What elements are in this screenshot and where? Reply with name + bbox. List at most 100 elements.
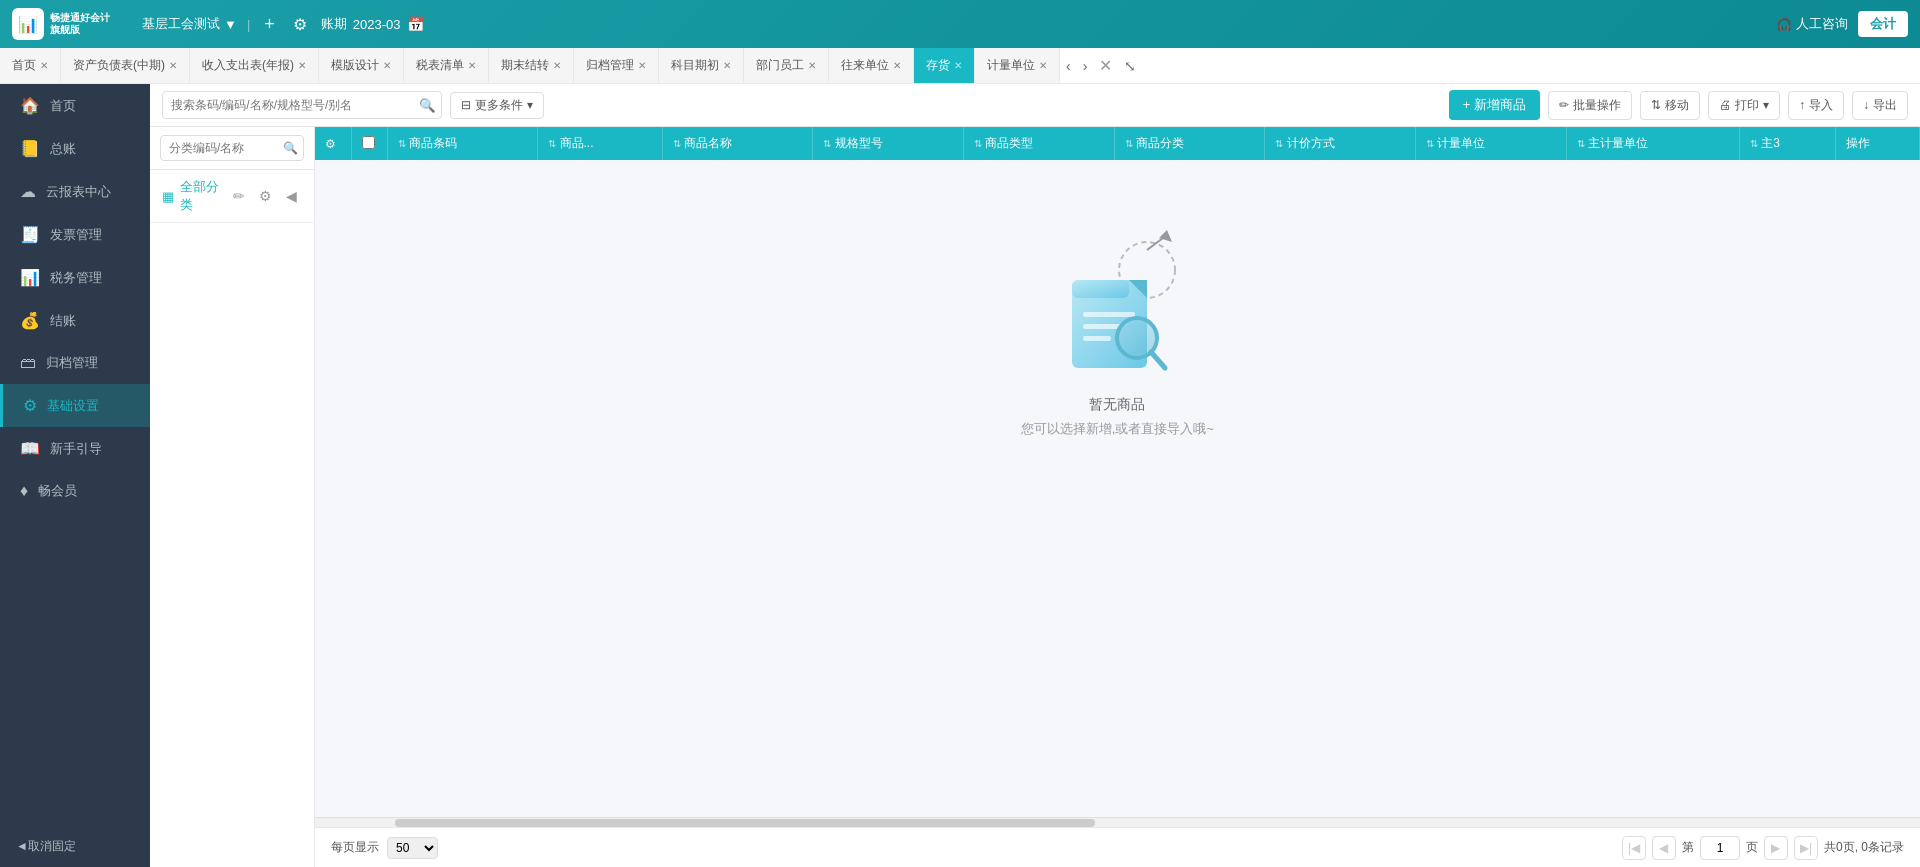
export-button[interactable]: ↓ 导出 bbox=[1852, 91, 1908, 120]
svg-line-10 bbox=[1151, 352, 1165, 368]
col-code-header[interactable]: ⇅ 商品... bbox=[538, 127, 662, 160]
filter-icon: ⊟ bbox=[461, 98, 471, 112]
tab-period-close[interactable]: 期末结转 ✕ bbox=[489, 48, 574, 83]
col-extra-header[interactable]: ⇅ 主3 bbox=[1739, 127, 1835, 160]
prev-page-button[interactable]: ◀ bbox=[1652, 836, 1676, 860]
tab-inventory[interactable]: 存货 ✕ bbox=[914, 48, 975, 83]
sidebar-item-report[interactable]: ☁ 云报表中心 bbox=[0, 170, 150, 213]
add-product-button[interactable]: + 新增商品 bbox=[1449, 90, 1540, 120]
filter-search-input[interactable] bbox=[162, 91, 442, 119]
period-value: 2023-03 bbox=[353, 17, 401, 32]
tab-balance-sheet[interactable]: 资产负债表(中期) ✕ bbox=[61, 48, 190, 83]
sort-arrows: ⇅ bbox=[1577, 138, 1585, 149]
settings-gear-button[interactable]: ⚙ bbox=[289, 15, 311, 34]
print-button[interactable]: 🖨 打印 ▾ bbox=[1708, 91, 1780, 120]
sort-arrows: ⇅ bbox=[1750, 138, 1758, 149]
col-checkbox-header[interactable] bbox=[351, 127, 387, 160]
tabs-expand-button[interactable]: ⤡ bbox=[1118, 48, 1142, 83]
scrollbar-thumb[interactable] bbox=[395, 819, 1095, 827]
tab-contacts[interactable]: 往来单位 ✕ bbox=[829, 48, 914, 83]
tabs-prev-button[interactable]: ‹ bbox=[1060, 48, 1077, 83]
col-main-unit-header[interactable]: ⇅ 主计量单位 bbox=[1566, 127, 1739, 160]
table-scroll[interactable]: ⚙ ⇅ 商品条码 ⇅ 商品... bbox=[315, 127, 1920, 817]
page-prefix-label: 第 bbox=[1682, 839, 1694, 856]
sidebar: 🏠 首页 📒 总账 ☁ 云报表中心 🧾 发票管理 📊 税务管理 💰 结账 🗃 归… bbox=[0, 84, 150, 867]
category-edit-button[interactable]: ✏ bbox=[228, 185, 250, 207]
user-account-button[interactable]: 会计 bbox=[1858, 11, 1908, 37]
sidebar-item-ledger[interactable]: 📒 总账 bbox=[0, 127, 150, 170]
col-type-header[interactable]: ⇅ 商品类型 bbox=[963, 127, 1114, 160]
tab-dept-close[interactable]: ✕ bbox=[808, 60, 816, 71]
more-conditions-button[interactable]: ⊟ 更多条件 ▾ bbox=[450, 92, 544, 119]
next-page-button[interactable]: ▶ bbox=[1764, 836, 1788, 860]
tab-archive[interactable]: 归档管理 ✕ bbox=[574, 48, 659, 83]
tab-inventory-close[interactable]: ✕ bbox=[954, 60, 962, 71]
tab-subject-close[interactable]: ✕ bbox=[723, 60, 731, 71]
sidebar-item-home[interactable]: 🏠 首页 bbox=[0, 84, 150, 127]
page-number-input[interactable] bbox=[1700, 836, 1740, 860]
col-settings-header[interactable]: ⚙ bbox=[315, 127, 351, 160]
col-unit-header[interactable]: ⇅ 计量单位 bbox=[1415, 127, 1566, 160]
batch-operation-button[interactable]: ✏ 批量操作 bbox=[1548, 91, 1632, 120]
tab-balance-close[interactable]: ✕ bbox=[169, 60, 177, 71]
consult-button[interactable]: 🎧 人工咨询 bbox=[1776, 15, 1848, 33]
sidebar-item-tax-label: 税务管理 bbox=[50, 269, 102, 287]
filter-search-icon[interactable]: 🔍 bbox=[419, 98, 436, 113]
tabs-next-button[interactable]: › bbox=[1077, 48, 1094, 83]
tabs-close-all-button[interactable]: ✕ bbox=[1093, 48, 1118, 83]
sidebar-item-member[interactable]: ♦ 畅会员 bbox=[0, 470, 150, 512]
tab-archive-close[interactable]: ✕ bbox=[638, 60, 646, 71]
col-spec-header[interactable]: ⇅ 规格型号 bbox=[813, 127, 964, 160]
tab-contacts-close[interactable]: ✕ bbox=[893, 60, 901, 71]
tab-income-close[interactable]: ✕ bbox=[298, 60, 306, 71]
tab-tax-list[interactable]: 税表清单 ✕ bbox=[404, 48, 489, 83]
unpin-label: ◄取消固定 bbox=[16, 838, 76, 855]
col-price-method-header[interactable]: ⇅ 计价方式 bbox=[1265, 127, 1416, 160]
tab-tax-close[interactable]: ✕ bbox=[468, 60, 476, 71]
print-icon: 🖨 bbox=[1719, 98, 1731, 112]
tab-unit-close[interactable]: ✕ bbox=[1039, 60, 1047, 71]
category-all-item[interactable]: ▦ 全部分类 ✏ ⚙ ◀ bbox=[150, 170, 314, 223]
tab-subject-init[interactable]: 科目期初 ✕ bbox=[659, 48, 744, 83]
first-page-button[interactable]: |◀ bbox=[1622, 836, 1646, 860]
sidebar-item-guide[interactable]: 📖 新手引导 bbox=[0, 427, 150, 470]
archive-icon: 🗃 bbox=[20, 354, 36, 372]
import-button[interactable]: ↑ 导入 bbox=[1788, 91, 1844, 120]
sidebar-item-settings[interactable]: ⚙ 基础设置 bbox=[0, 384, 150, 427]
category-settings-button[interactable]: ⚙ bbox=[254, 185, 276, 207]
tab-unit[interactable]: 计量单位 ✕ bbox=[975, 48, 1060, 83]
last-page-button[interactable]: ▶| bbox=[1794, 836, 1818, 860]
sidebar-item-archive[interactable]: 🗃 归档管理 bbox=[0, 342, 150, 384]
col-name-header[interactable]: ⇅ 商品名称 bbox=[662, 127, 813, 160]
tab-dept-label: 部门员工 bbox=[756, 57, 804, 74]
company-selector[interactable]: 基层工会测试 ▼ bbox=[142, 15, 237, 33]
tab-home-close[interactable]: ✕ bbox=[40, 60, 48, 71]
sidebar-item-invoice[interactable]: 🧾 发票管理 bbox=[0, 213, 150, 256]
empty-illustration bbox=[1037, 220, 1197, 380]
move-icon: ⇅ bbox=[1651, 98, 1661, 112]
horizontal-scrollbar[interactable] bbox=[315, 817, 1920, 827]
top-header: 📊 畅捷通好会计 旗舰版 基层工会测试 ▼ | + ⚙ 账期 2023-03 📅… bbox=[0, 0, 1920, 48]
tab-template-close[interactable]: ✕ bbox=[383, 60, 391, 71]
move-button[interactable]: ⇅ 移动 bbox=[1640, 91, 1700, 120]
calendar-icon[interactable]: 📅 bbox=[407, 16, 424, 32]
import-label: 导入 bbox=[1809, 97, 1833, 114]
per-page-select[interactable]: 10 20 50 100 bbox=[387, 837, 438, 859]
tab-dept-employee[interactable]: 部门员工 ✕ bbox=[744, 48, 829, 83]
guide-icon: 📖 bbox=[20, 439, 40, 458]
col-barcode-header[interactable]: ⇅ 商品条码 bbox=[387, 127, 538, 160]
tab-template[interactable]: 模版设计 ✕ bbox=[319, 48, 404, 83]
sidebar-unpin-button[interactable]: ◄取消固定 bbox=[0, 826, 150, 867]
col-category-header[interactable]: ⇅ 商品分类 bbox=[1114, 127, 1265, 160]
select-all-checkbox[interactable] bbox=[362, 136, 375, 149]
add-tab-button[interactable]: + bbox=[260, 14, 279, 35]
sort-arrows: ⇅ bbox=[1275, 138, 1283, 149]
tab-period-close-btn[interactable]: ✕ bbox=[553, 60, 561, 71]
tab-template-label: 模版设计 bbox=[331, 57, 379, 74]
category-all-label: 全部分类 bbox=[180, 178, 222, 214]
category-collapse-button[interactable]: ◀ bbox=[280, 185, 302, 207]
tab-income-expense[interactable]: 收入支出表(年报) ✕ bbox=[190, 48, 319, 83]
sidebar-item-settlement[interactable]: 💰 结账 bbox=[0, 299, 150, 342]
tab-home[interactable]: 首页 ✕ bbox=[0, 48, 61, 83]
sidebar-item-tax[interactable]: 📊 税务管理 bbox=[0, 256, 150, 299]
